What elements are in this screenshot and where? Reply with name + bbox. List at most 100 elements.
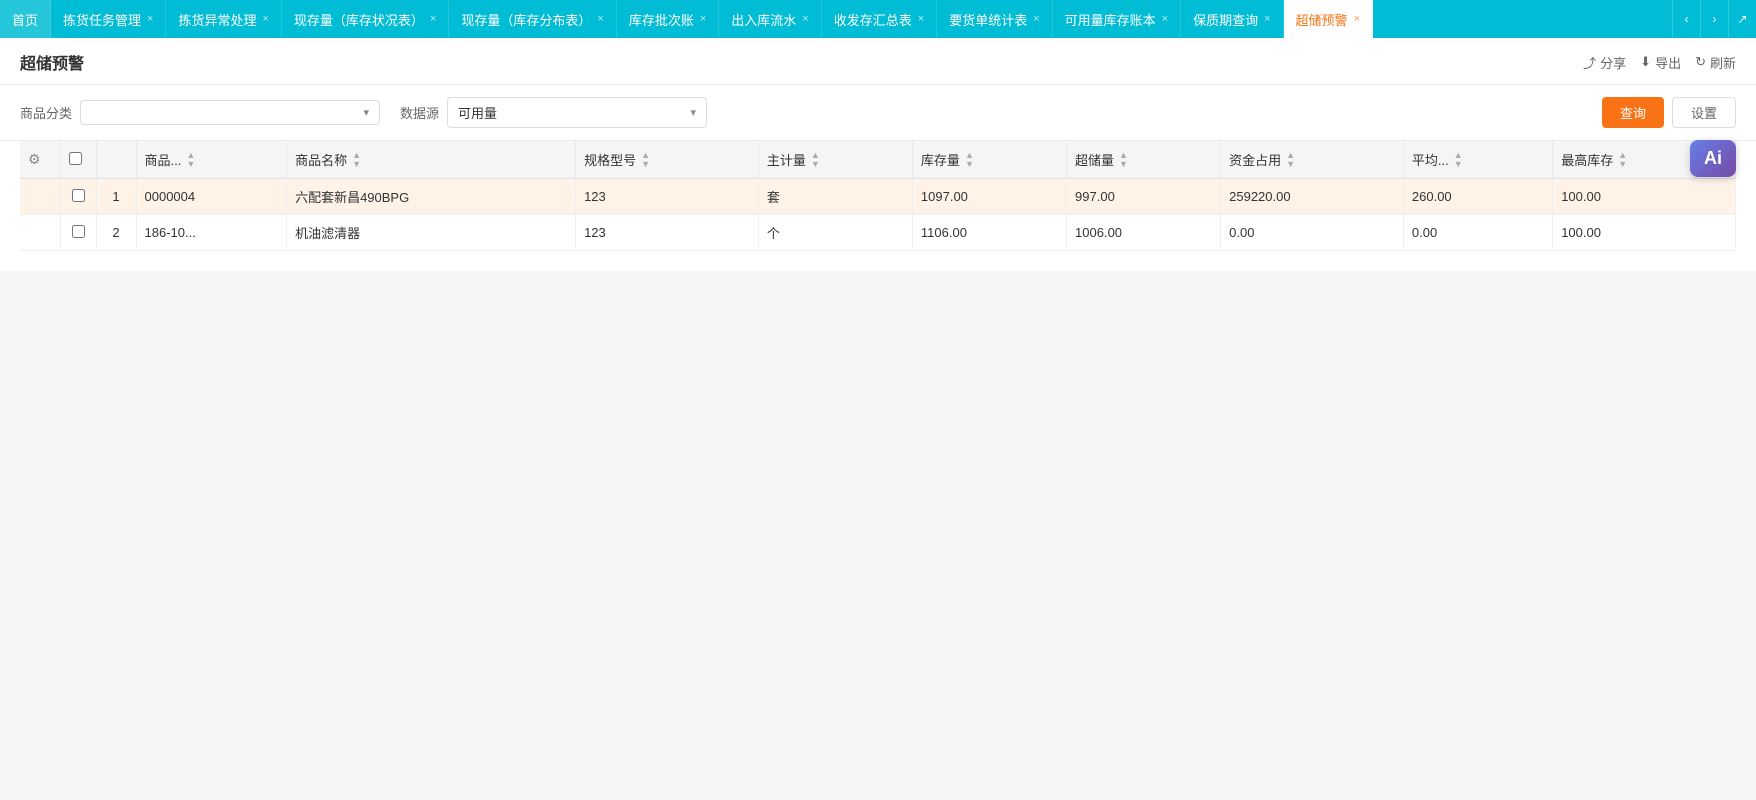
close-icon[interactable]: ×: [802, 13, 808, 25]
row-unit: 套: [758, 179, 912, 215]
table-body: 1 0000004 六配套新昌490BPG 123 套 1097.00 997.…: [20, 179, 1736, 251]
row-stock: 1097.00: [912, 179, 1066, 215]
sort-arrows-spec: ▲▼: [641, 151, 650, 169]
top-navigation: 首页拣货任务管理×拣货异常处理×现存量（库存状况表）×现存量（库存分布表）×库存…: [0, 0, 1756, 38]
nav-item-recv-send[interactable]: 收发存汇总表×: [822, 0, 937, 38]
select-all-checkbox[interactable]: [69, 152, 82, 165]
row-spec: 123: [576, 179, 759, 215]
refresh-icon: ↻: [1695, 54, 1706, 70]
sort-arrows-stock: ▲▼: [965, 151, 974, 169]
row-spec: 123: [576, 215, 759, 251]
row-avg: 260.00: [1403, 179, 1552, 215]
close-icon[interactable]: ×: [1264, 13, 1270, 25]
th-spec[interactable]: 规格型号 ▲▼: [576, 141, 759, 179]
row-check-cell: [60, 215, 96, 251]
th-stock[interactable]: 库存量 ▲▼: [912, 141, 1066, 179]
th-settings: ⚙: [20, 141, 60, 179]
th-overstock[interactable]: 超储量 ▲▼: [1067, 141, 1221, 179]
th-product-name[interactable]: 商品名称 ▲▼: [287, 141, 576, 179]
close-icon[interactable]: ×: [1033, 13, 1039, 25]
row-checkbox[interactable]: [72, 225, 85, 238]
th-product-code[interactable]: 商品... ▲▼: [136, 141, 287, 179]
share-button[interactable]: ⤴ 分享: [1583, 53, 1626, 72]
row-max-stock: 100.00: [1553, 179, 1736, 215]
datasource-label: 数据源: [400, 103, 439, 122]
row-checkbox[interactable]: [72, 189, 85, 202]
nav-item-order-stat[interactable]: 要货单统计表×: [937, 0, 1052, 38]
nav-item-batch[interactable]: 库存批次账×: [617, 0, 719, 38]
nav-item-abnormal[interactable]: 拣货异常处理×: [166, 0, 281, 38]
filter-bar: 商品分类 ▾ 数据源 可用量 ▾ 查询 设置: [0, 85, 1756, 141]
nav-arrows: ‹ › ↗: [1672, 0, 1756, 38]
nav-arrow-left[interactable]: ‹: [1672, 0, 1700, 38]
row-unit: 个: [758, 215, 912, 251]
row-capital: 0.00: [1221, 215, 1404, 251]
row-capital: 259220.00: [1221, 179, 1404, 215]
ai-badge[interactable]: Ai: [1690, 140, 1736, 177]
close-icon[interactable]: ×: [1162, 13, 1168, 25]
category-label: 商品分类: [20, 103, 72, 122]
sort-arrows-avg: ▲▼: [1454, 151, 1463, 169]
query-button[interactable]: 查询: [1602, 97, 1664, 128]
th-unit[interactable]: 主计量 ▲▼: [758, 141, 912, 179]
filter-actions: 查询 设置: [1602, 97, 1736, 128]
row-avg: 0.00: [1403, 215, 1552, 251]
row-overstock: 1006.00: [1067, 215, 1221, 251]
export-icon: ⬇: [1640, 54, 1651, 70]
row-product-name: 六配套新昌490BPG: [287, 179, 576, 215]
category-select[interactable]: ▾: [80, 100, 380, 125]
nav-item-inout-flow[interactable]: 出入库流水×: [719, 0, 821, 38]
nav-item-inventory-dist[interactable]: 现存量（库存分布表）×: [449, 0, 616, 38]
nav-item-task-mgmt[interactable]: 拣货任务管理×: [51, 0, 166, 38]
row-product-code: 0000004: [136, 179, 287, 215]
header-actions: ⤴ 分享 ⬇ 导出 ↻ 刷新: [1583, 53, 1736, 72]
nav-item-overstock[interactable]: 超储预警×: [1284, 0, 1373, 38]
close-icon[interactable]: ×: [262, 13, 268, 25]
share-icon: ⤴: [1583, 53, 1596, 72]
refresh-button[interactable]: ↻ 刷新: [1695, 53, 1736, 72]
row-gear-cell: [20, 179, 60, 215]
chevron-down-icon2: ▾: [691, 106, 697, 119]
overstock-table: ⚙ 商品... ▲▼ 商品名称 ▲▼: [20, 141, 1736, 251]
th-index: [96, 141, 136, 179]
table-row: 2 186-10... 机油滤清器 123 个 1106.00 1006.00 …: [20, 215, 1736, 251]
close-icon[interactable]: ×: [700, 13, 706, 25]
row-product-code: 186-10...: [136, 215, 287, 251]
datasource-select[interactable]: 可用量 ▾: [447, 97, 707, 128]
row-index: 1: [96, 179, 136, 215]
close-icon[interactable]: ×: [430, 13, 436, 25]
th-check: [60, 141, 96, 179]
gear-icon[interactable]: ⚙: [28, 151, 41, 167]
nav-item-home[interactable]: 首页: [0, 0, 51, 38]
sort-arrows-product-code: ▲▼: [186, 151, 195, 169]
row-max-stock: 100.00: [1553, 215, 1736, 251]
close-icon[interactable]: ×: [918, 13, 924, 25]
settings-button[interactable]: 设置: [1672, 97, 1736, 128]
page-header: 超储预警 ⤴ 分享 ⬇ 导出 ↻ 刷新: [0, 38, 1756, 85]
page-title: 超储预警: [20, 50, 84, 74]
nav-item-quality[interactable]: 保质期查询×: [1181, 0, 1283, 38]
row-gear-cell: [20, 215, 60, 251]
nav-item-inventory-status[interactable]: 现存量（库存状况表）×: [282, 0, 449, 38]
close-icon[interactable]: ×: [1354, 13, 1360, 25]
chevron-down-icon: ▾: [363, 106, 369, 119]
row-overstock: 997.00: [1067, 179, 1221, 215]
nav-arrow-right[interactable]: ›: [1700, 0, 1728, 38]
category-filter-group: 商品分类 ▾: [20, 100, 380, 125]
datasource-value: 可用量: [458, 103, 497, 122]
close-icon[interactable]: ×: [597, 13, 603, 25]
sort-arrows-overstock: ▲▼: [1119, 151, 1128, 169]
th-capital[interactable]: 资金占用 ▲▼: [1221, 141, 1404, 179]
table-row: 1 0000004 六配套新昌490BPG 123 套 1097.00 997.…: [20, 179, 1736, 215]
th-avg[interactable]: 平均... ▲▼: [1403, 141, 1552, 179]
datasource-filter-group: 数据源 可用量 ▾: [400, 97, 707, 128]
row-check-cell: [60, 179, 96, 215]
sort-arrows-capital: ▲▼: [1286, 151, 1295, 169]
sort-arrows-product-name: ▲▼: [352, 151, 361, 169]
export-button[interactable]: ⬇ 导出: [1640, 53, 1681, 72]
row-product-name: 机油滤清器: [287, 215, 576, 251]
sort-arrows-unit: ▲▼: [811, 151, 820, 169]
nav-item-available[interactable]: 可用量库存账本×: [1053, 0, 1181, 38]
nav-arrow-expand[interactable]: ↗: [1728, 0, 1756, 38]
close-icon[interactable]: ×: [147, 13, 153, 25]
